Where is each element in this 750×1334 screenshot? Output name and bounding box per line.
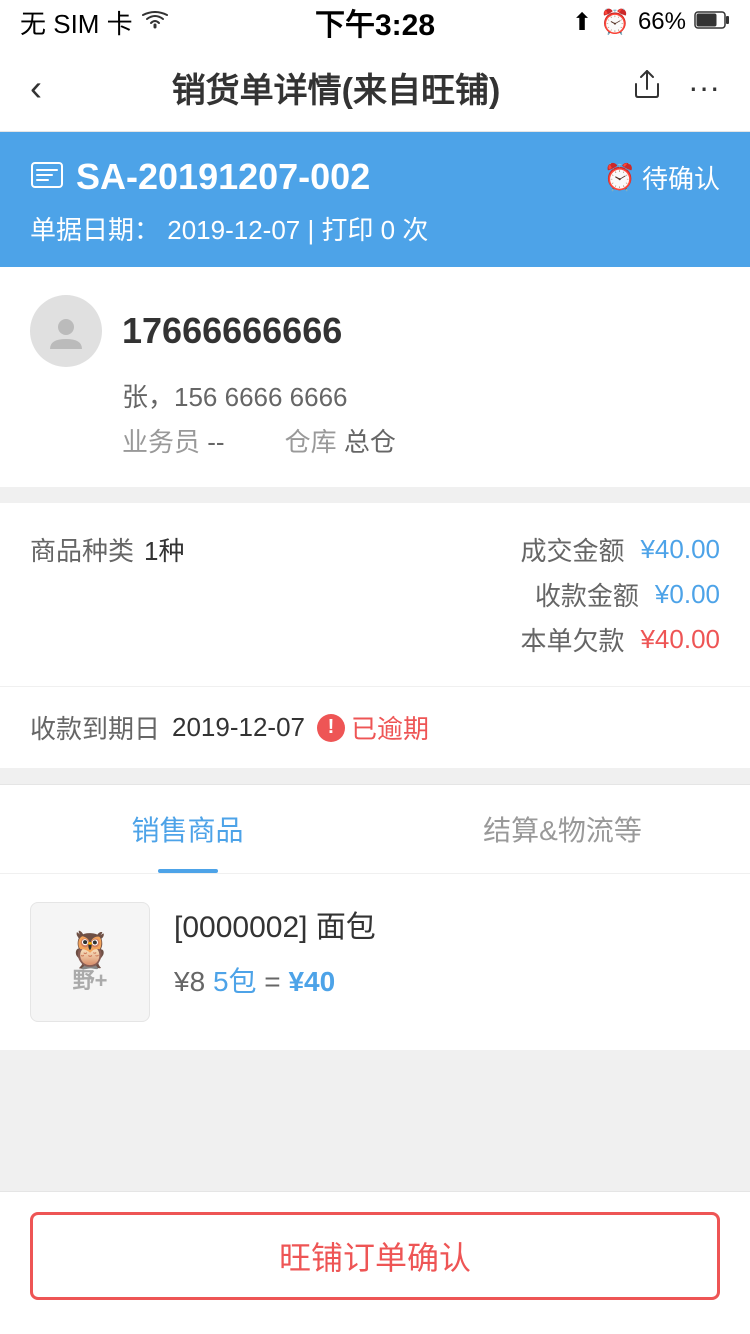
overdue-text: 已逾期 bbox=[351, 709, 429, 746]
warehouse-label: 仓库 bbox=[285, 427, 337, 457]
due-date-value: 2019-12-07 bbox=[172, 712, 305, 743]
customer-meta: 业务员 -- 仓库 总仓 bbox=[122, 422, 720, 459]
sales-label: 业务员 bbox=[122, 427, 200, 457]
wifi-icon bbox=[141, 7, 169, 38]
received-amount-row: 收款金额 ¥0.00 bbox=[535, 576, 720, 613]
owed-amount-value: ¥40.00 bbox=[640, 624, 720, 655]
summary-row: 商品种类 1种 成交金额 ¥40.00 收款金额 ¥0.00 本单欠款 ¥40.… bbox=[30, 531, 720, 658]
location-icon: ⬆ bbox=[572, 8, 592, 37]
confirm-button[interactable]: 旺铺订单确认 bbox=[30, 1212, 720, 1300]
back-button[interactable]: ‹ bbox=[30, 67, 42, 109]
warehouse-meta: 仓库 总仓 bbox=[285, 422, 396, 459]
nav-actions: ··· bbox=[630, 67, 720, 109]
overdue-badge: ! 已逾期 bbox=[317, 709, 429, 746]
due-section: 收款到期日 2019-12-07 ! 已逾期 bbox=[0, 686, 750, 768]
sales-meta: 业务员 -- bbox=[122, 422, 225, 459]
battery-percent: 66% bbox=[638, 8, 686, 36]
received-amount-value: ¥0.00 bbox=[655, 579, 720, 610]
customer-row: 17666666666 bbox=[30, 295, 720, 367]
no-sim-text: 无 SIM 卡 bbox=[20, 4, 133, 41]
customer-section: 17666666666 张，156 6666 6666 业务员 -- 仓库 总仓 bbox=[0, 267, 750, 487]
battery-icon bbox=[694, 8, 730, 36]
divider-1 bbox=[0, 487, 750, 503]
amount-right: 成交金额 ¥40.00 收款金额 ¥0.00 本单欠款 ¥40.00 bbox=[520, 531, 720, 658]
order-status: ⏰ 待确认 bbox=[604, 159, 720, 196]
alarm-icon: ⏰ bbox=[600, 8, 630, 37]
order-date-row: 单据日期： 2019-12-07 | 打印 0 次 bbox=[30, 210, 720, 247]
due-label: 收款到期日 bbox=[30, 709, 160, 746]
product-item: 🦉 野+ [0000002] 面包 ¥8 5包 = ¥40 bbox=[0, 874, 750, 1051]
order-header: SA-20191207-002 ⏰ 待确认 单据日期： 2019-12-07 |… bbox=[0, 132, 750, 267]
overdue-icon: ! bbox=[317, 714, 345, 742]
tabs-section: 销售商品 结算&物流等 bbox=[0, 784, 750, 873]
order-id-row: SA-20191207-002 ⏰ 待确认 bbox=[30, 156, 720, 198]
customer-phone: 17666666666 bbox=[122, 310, 342, 352]
product-section: 🦉 野+ [0000002] 面包 ¥8 5包 = ¥40 bbox=[0, 874, 750, 1051]
status-bar: 无 SIM 卡 下午3:28 ⬆ ⏰ 66% bbox=[0, 0, 750, 44]
deal-amount-value: ¥40.00 bbox=[640, 534, 720, 565]
clock-icon: ⏰ bbox=[604, 162, 636, 193]
product-quantity: 5包 bbox=[213, 966, 257, 997]
share-icon[interactable] bbox=[630, 67, 664, 109]
tab-settlement[interactable]: 结算&物流等 bbox=[375, 785, 750, 873]
bottom-bar: 旺铺订单确认 bbox=[0, 1191, 750, 1334]
status-right: ⬆ ⏰ 66% bbox=[572, 8, 730, 37]
status-time: 下午3:28 bbox=[315, 0, 435, 44]
product-thumbnail: 🦉 野+ bbox=[30, 902, 150, 1022]
status-left: 无 SIM 卡 bbox=[20, 4, 169, 41]
product-price-row: ¥8 5包 = ¥40 bbox=[174, 960, 720, 1000]
product-total: ¥40 bbox=[288, 966, 335, 997]
order-id: SA-20191207-002 bbox=[30, 156, 370, 198]
nav-bar: ‹ 销货单详情(来自旺铺) ··· bbox=[0, 44, 750, 132]
customer-name: 张，156 6666 6666 bbox=[122, 377, 720, 414]
product-type: 商品种类 1种 bbox=[30, 531, 184, 568]
tabs-row: 销售商品 结算&物流等 bbox=[0, 785, 750, 873]
more-icon[interactable]: ··· bbox=[688, 69, 720, 106]
product-details: [0000002] 面包 ¥8 5包 = ¥40 bbox=[174, 902, 720, 1000]
page-title: 销货单详情(来自旺铺) bbox=[172, 63, 501, 112]
avatar bbox=[30, 295, 102, 367]
tab-products[interactable]: 销售商品 bbox=[0, 785, 375, 873]
summary-section: 商品种类 1种 成交金额 ¥40.00 收款金额 ¥0.00 本单欠款 ¥40.… bbox=[0, 503, 750, 686]
divider-2 bbox=[0, 768, 750, 784]
owed-amount-row: 本单欠款 ¥40.00 bbox=[520, 621, 720, 658]
product-unit-price: ¥8 bbox=[174, 966, 205, 997]
product-name: [0000002] 面包 bbox=[174, 902, 720, 946]
order-icon bbox=[30, 156, 64, 198]
deal-amount-row: 成交金额 ¥40.00 bbox=[520, 531, 720, 568]
equals-sign: = bbox=[264, 966, 288, 997]
